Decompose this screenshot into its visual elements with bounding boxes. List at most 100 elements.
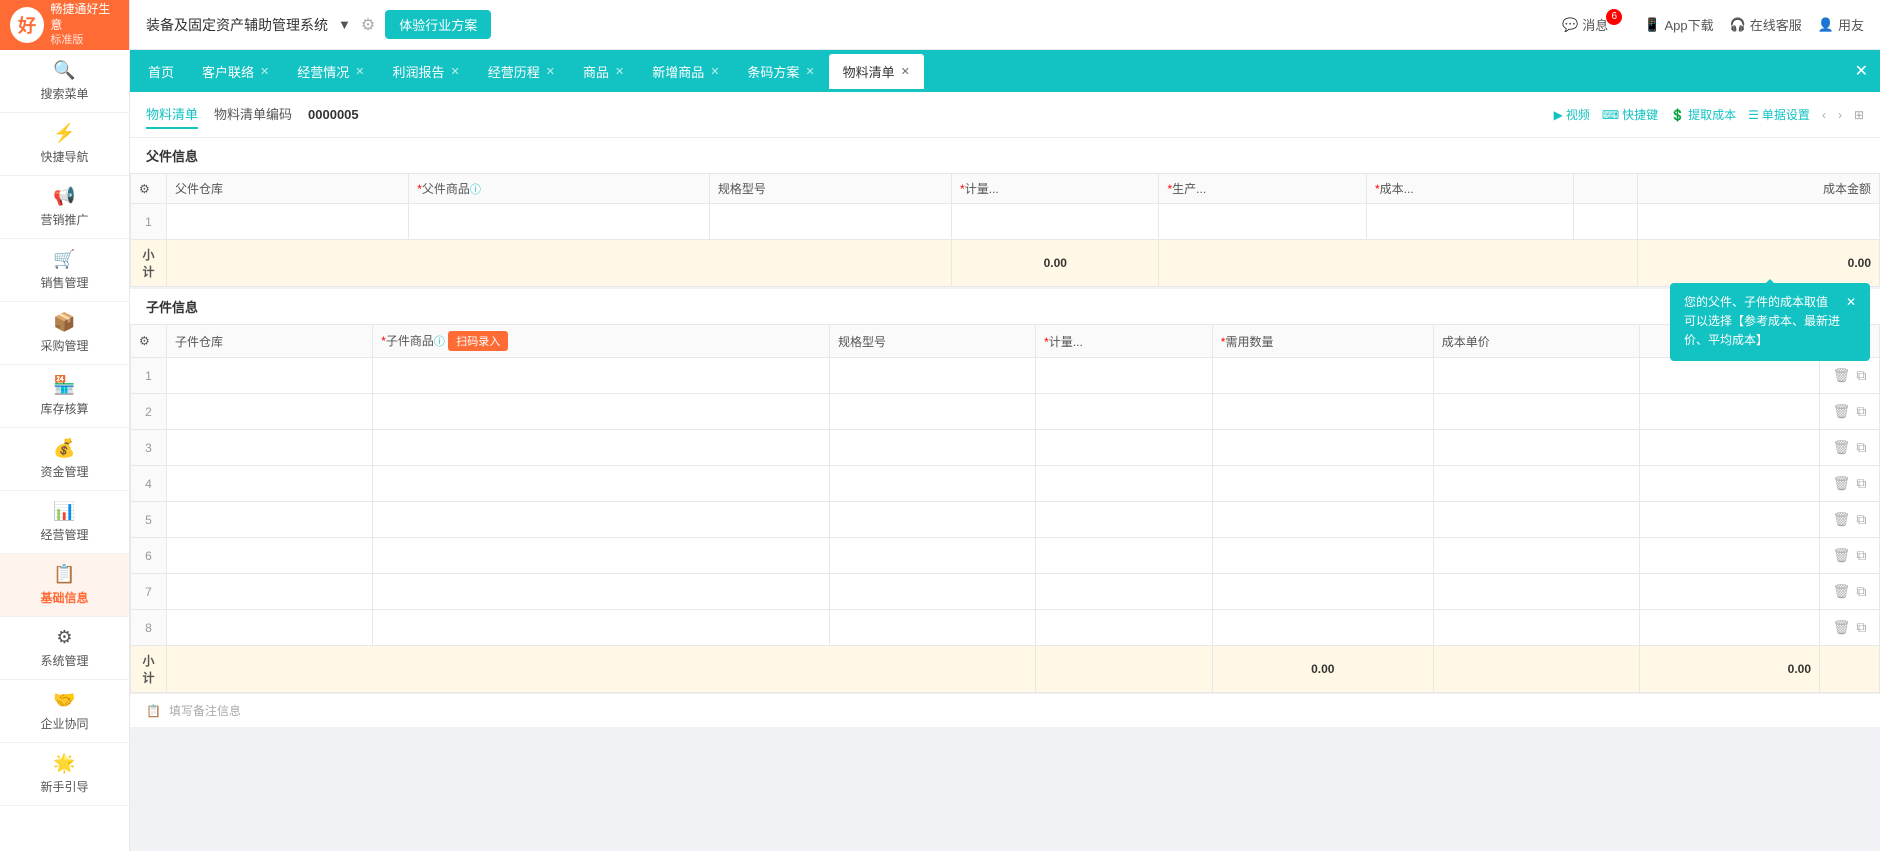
online-service-item[interactable]: 🎧 在线客服 xyxy=(1730,15,1802,34)
copy-icon-1[interactable]: ⧉ xyxy=(1856,403,1866,420)
child-spec-cell-3[interactable] xyxy=(829,466,1035,502)
child-unit-cell-1[interactable] xyxy=(1036,394,1213,430)
child-product-cell-3[interactable] xyxy=(373,466,830,502)
app-download-item[interactable]: 📱 App下载 xyxy=(1644,15,1713,34)
child-product-cell-7[interactable] xyxy=(373,610,830,646)
single-setting-toolbar-item[interactable]: ☰ 单据设置 xyxy=(1748,106,1810,123)
scan-input-btn[interactable]: 扫码录入 xyxy=(448,331,508,351)
child-unit-cell-3[interactable] xyxy=(1036,466,1213,502)
sidebar-item-purchase[interactable]: 📦采购管理 xyxy=(0,302,129,365)
child-qty-cell-6[interactable] xyxy=(1212,574,1433,610)
sidebar-item-guide[interactable]: 🌟新手引导 xyxy=(0,743,129,806)
nav-tab-3[interactable]: 利润报告✕ xyxy=(378,54,473,89)
copy-icon-2[interactable]: ⧉ xyxy=(1856,439,1866,456)
parent-spec-cell[interactable] xyxy=(709,204,951,240)
parent-product-cell[interactable] xyxy=(409,204,710,240)
sidebar-item-basic-info[interactable]: 📋基础信息 xyxy=(0,554,129,617)
sidebar-item-sales[interactable]: 🛒销售管理 xyxy=(0,239,129,302)
nav-tab-close-5[interactable]: ✕ xyxy=(615,65,624,78)
child-unit-cell-5[interactable] xyxy=(1036,538,1213,574)
child-warehouse-cell-5[interactable] xyxy=(167,538,373,574)
delete-icon-2[interactable]: 🗑 xyxy=(1833,439,1851,456)
sidebar-item-inventory[interactable]: 🏪库存核算 xyxy=(0,365,129,428)
child-unit-cost-cell-6[interactable] xyxy=(1433,574,1639,610)
nav-tab-close-2[interactable]: ✕ xyxy=(355,65,364,78)
nav-tab-1[interactable]: 客户联络✕ xyxy=(188,54,283,89)
child-qty-cell-2[interactable] xyxy=(1212,430,1433,466)
message-item[interactable]: 💬 消息 6 xyxy=(1562,15,1628,34)
nav-tab-close-8[interactable]: ✕ xyxy=(901,65,910,78)
child-product-cell-5[interactable] xyxy=(373,538,830,574)
trial-btn[interactable]: 体验行业方案 xyxy=(385,10,491,39)
expand-icon[interactable]: ⊞ xyxy=(1854,108,1864,122)
nav-tab-6[interactable]: 新增商品✕ xyxy=(638,54,733,89)
child-spec-cell-6[interactable] xyxy=(829,574,1035,610)
parent-warehouse-cell[interactable] xyxy=(167,204,409,240)
nav-tab-8[interactable]: 物料清单✕ xyxy=(829,54,924,89)
delete-icon-0[interactable]: 🗑 xyxy=(1833,367,1851,384)
child-warehouse-cell-7[interactable] xyxy=(167,610,373,646)
delete-icon-4[interactable]: 🗑 xyxy=(1833,511,1851,528)
nav-tab-4[interactable]: 经营历程✕ xyxy=(474,54,569,89)
child-spec-cell-0[interactable] xyxy=(829,358,1035,394)
child-unit-cell-2[interactable] xyxy=(1036,430,1213,466)
child-warehouse-cell-0[interactable] xyxy=(167,358,373,394)
tooltip-close-btn[interactable]: ✕ xyxy=(1846,293,1856,312)
child-spec-cell-7[interactable] xyxy=(829,610,1035,646)
system-select[interactable]: ▼ xyxy=(338,17,351,32)
child-unit-cost-cell-0[interactable] xyxy=(1433,358,1639,394)
parent-col-setting[interactable]: ⚙ xyxy=(131,174,167,204)
child-warehouse-cell-1[interactable] xyxy=(167,394,373,430)
child-unit-cost-cell-4[interactable] xyxy=(1433,502,1639,538)
child-warehouse-cell-3[interactable] xyxy=(167,466,373,502)
extract-cost-toolbar-item[interactable]: 💲 提取成本 xyxy=(1670,106,1736,123)
sidebar-item-operations[interactable]: 📊经营管理 xyxy=(0,491,129,554)
child-qty-cell-5[interactable] xyxy=(1212,538,1433,574)
child-warehouse-cell-6[interactable] xyxy=(167,574,373,610)
nav-tab-2[interactable]: 经营情况✕ xyxy=(283,54,378,89)
sidebar-item-system[interactable]: ⚙系统管理 xyxy=(0,617,129,680)
copy-icon-3[interactable]: ⧉ xyxy=(1856,475,1866,492)
delete-icon-7[interactable]: 🗑 xyxy=(1833,619,1851,636)
delete-icon-1[interactable]: 🗑 xyxy=(1833,403,1851,420)
child-unit-cost-cell-2[interactable] xyxy=(1433,430,1639,466)
child-product-cell-0[interactable] xyxy=(373,358,830,394)
delete-icon-5[interactable]: 🗑 xyxy=(1833,547,1851,564)
sidebar-item-enterprise[interactable]: 🤝企业协同 xyxy=(0,680,129,743)
nav-tab-close-1[interactable]: ✕ xyxy=(260,65,269,78)
copy-icon-7[interactable]: ⧉ xyxy=(1856,619,1866,636)
sidebar-item-quick-nav[interactable]: ⚡快捷导航 xyxy=(0,113,129,176)
page-tab-bill[interactable]: 物料清单 xyxy=(146,100,198,129)
shortcut-toolbar-item[interactable]: ⌨ 快捷键 xyxy=(1602,106,1658,123)
nav-tab-close-7[interactable]: ✕ xyxy=(805,65,814,78)
child-unit-cell-4[interactable] xyxy=(1036,502,1213,538)
video-toolbar-item[interactable]: ▶ 视频 xyxy=(1554,106,1590,123)
sidebar-item-marketing[interactable]: 📢营销推广 xyxy=(0,176,129,239)
note-label[interactable]: 填写备注信息 xyxy=(169,702,241,719)
child-product-cell-2[interactable] xyxy=(373,430,830,466)
child-unit-cell-6[interactable] xyxy=(1036,574,1213,610)
child-product-cell-4[interactable] xyxy=(373,502,830,538)
nav-tab-close-3[interactable]: ✕ xyxy=(451,65,460,78)
nav-tab-5[interactable]: 商品✕ xyxy=(569,54,638,89)
sidebar-item-finance[interactable]: 💰资金管理 xyxy=(0,428,129,491)
nav-tab-close-4[interactable]: ✕ xyxy=(546,65,555,78)
child-unit-cost-cell-3[interactable] xyxy=(1433,466,1639,502)
child-spec-cell-4[interactable] xyxy=(829,502,1035,538)
nav-prev-icon[interactable]: ‹ xyxy=(1822,108,1826,122)
child-unit-cell-0[interactable] xyxy=(1036,358,1213,394)
child-product-cell-1[interactable] xyxy=(373,394,830,430)
child-spec-cell-2[interactable] xyxy=(829,430,1035,466)
child-warehouse-cell-4[interactable] xyxy=(167,502,373,538)
nav-tab-close-6[interactable]: ✕ xyxy=(710,65,719,78)
copy-icon-0[interactable]: ⧉ xyxy=(1856,367,1866,384)
child-qty-cell-1[interactable] xyxy=(1212,394,1433,430)
child-warehouse-cell-2[interactable] xyxy=(167,430,373,466)
copy-icon-4[interactable]: ⧉ xyxy=(1856,511,1866,528)
delete-icon-3[interactable]: 🗑 xyxy=(1833,475,1851,492)
copy-icon-5[interactable]: ⧉ xyxy=(1856,547,1866,564)
child-spec-cell-5[interactable] xyxy=(829,538,1035,574)
child-qty-cell-0[interactable] xyxy=(1212,358,1433,394)
child-unit-cost-cell-7[interactable] xyxy=(1433,610,1639,646)
child-col-setting[interactable]: ⚙ xyxy=(131,325,167,358)
